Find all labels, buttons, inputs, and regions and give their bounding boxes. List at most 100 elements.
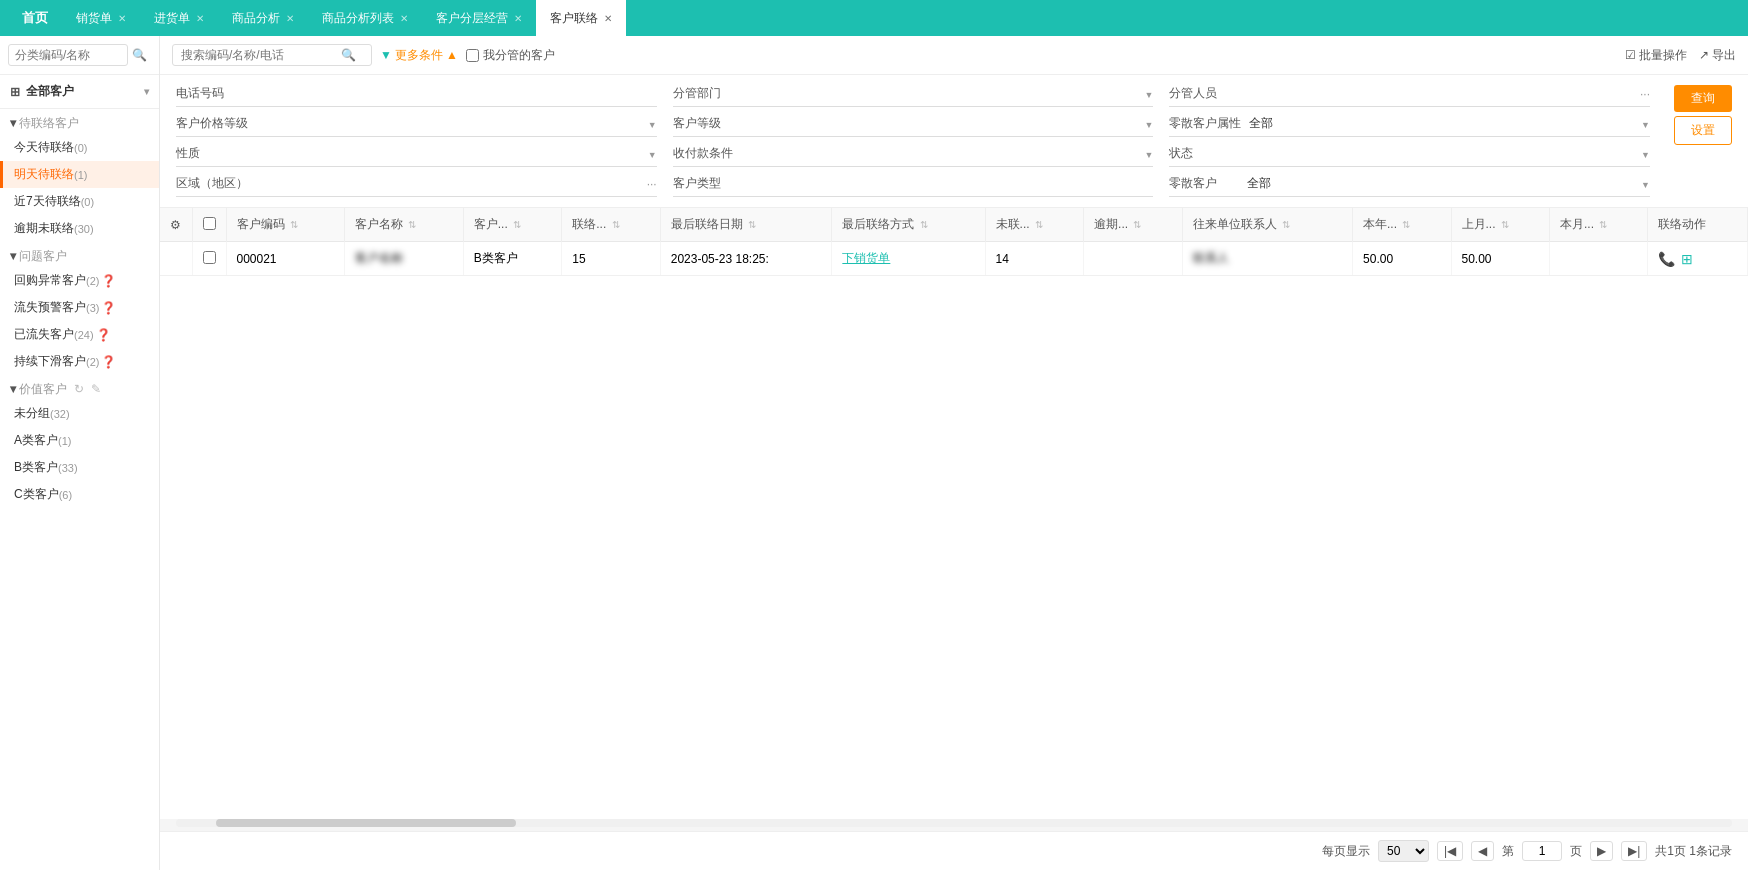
first-page-btn[interactable]: |◀: [1437, 841, 1463, 861]
sidebar-all-customers[interactable]: ⊞ 全部客户: [0, 75, 159, 109]
sidebar-group-pending: ▾ 待联络客户: [0, 109, 159, 134]
field-region[interactable]: 区域（地区） ···: [176, 175, 657, 197]
sidebar-item-class-b[interactable]: B类客户 (33): [0, 454, 159, 481]
filter-mine-area: 我分管的客户: [466, 47, 555, 64]
settings-button[interactable]: 设置: [1674, 116, 1732, 145]
nav-customer-contact[interactable]: 客户联络 ✕: [536, 0, 626, 36]
sidebar-item-declining[interactable]: 持续下滑客户 (2) ❓: [0, 348, 159, 375]
col-header-checkbox: [192, 208, 226, 242]
nature-dropdown-icon[interactable]: [648, 147, 657, 161]
field-price-grade[interactable]: 客户价格等级: [176, 115, 657, 137]
filter-search-box[interactable]: 🔍: [172, 44, 372, 66]
col-header-type[interactable]: 客户... ⇅: [463, 208, 561, 242]
row-overdue: [1084, 242, 1182, 276]
row-type: B类客户: [463, 242, 561, 276]
more-action-icon[interactable]: ⊞: [1681, 251, 1693, 267]
sidebar-item-class-c[interactable]: C类客户 (6): [0, 481, 159, 508]
sort-this-month-icon: ⇅: [1599, 219, 1607, 230]
field-retail-customer[interactable]: 零散客户 全部: [1169, 175, 1650, 197]
manager-more-icon[interactable]: ···: [1640, 87, 1650, 101]
select-all-checkbox[interactable]: [203, 217, 216, 230]
retail-customer-dropdown-icon[interactable]: [1641, 177, 1650, 191]
close-customer-contact-icon[interactable]: ✕: [604, 13, 612, 24]
col-header-uncontact[interactable]: 未联... ⇅: [985, 208, 1083, 242]
filter-icon: ▼: [380, 48, 392, 62]
per-page-select[interactable]: 50 20 100: [1378, 840, 1429, 862]
batch-operation-btn[interactable]: ☑ 批量操作: [1625, 47, 1687, 64]
col-header-last-date[interactable]: 最后联络日期 ⇅: [660, 208, 832, 242]
region-more-icon[interactable]: ···: [647, 177, 657, 191]
filter-search-input[interactable]: [181, 48, 341, 62]
sidebar-item-churned[interactable]: 已流失客户 (24) ❓: [0, 321, 159, 348]
payment-dropdown-icon[interactable]: [1144, 147, 1153, 161]
prev-page-btn[interactable]: ◀: [1471, 841, 1494, 861]
nav-home[interactable]: 首页: [8, 0, 62, 36]
col-header-last-month[interactable]: 上月... ⇅: [1451, 208, 1549, 242]
status-dropdown-icon[interactable]: [1641, 147, 1650, 161]
col-header-actions: 联络动作: [1648, 208, 1748, 242]
page-label: 第: [1502, 843, 1514, 860]
sidebar-item-tomorrow[interactable]: 明天待联络 (1): [0, 161, 159, 188]
query-button[interactable]: 查询: [1674, 85, 1732, 112]
nav-customer-tier[interactable]: 客户分层经营 ✕: [422, 0, 536, 36]
field-payment[interactable]: 收付款条件: [673, 145, 1154, 167]
customer-table: ⚙ 客户编码 ⇅ 客户名称 ⇅ 客户... ⇅: [160, 208, 1748, 276]
col-header-overdue[interactable]: 逾期... ⇅: [1084, 208, 1182, 242]
last-page-btn[interactable]: ▶|: [1621, 841, 1647, 861]
col-header-name[interactable]: 客户名称 ⇅: [345, 208, 464, 242]
sidebar: 🔍 ⊞ 全部客户 ▾ 待联络客户 今天待联络 (0) 明天待联络 (1) 近7天…: [0, 36, 160, 870]
sidebar-search-input[interactable]: [8, 44, 128, 66]
refresh-icon[interactable]: ↻: [74, 382, 84, 396]
help-icon-churn: ❓: [101, 301, 116, 315]
edit-icon[interactable]: ✎: [91, 382, 101, 396]
horizontal-scrollbar-thumb[interactable]: [216, 819, 516, 827]
field-status[interactable]: 状态: [1169, 145, 1650, 167]
col-header-contact-person[interactable]: 往来单位联系人 ⇅: [1182, 208, 1353, 242]
field-nature[interactable]: 性质: [176, 145, 657, 167]
sidebar-item-overdue[interactable]: 逾期未联络 (30): [0, 215, 159, 242]
sidebar-item-unclassified[interactable]: 未分组 (32): [0, 400, 159, 427]
sidebar-item-class-a[interactable]: A类客户 (1): [0, 427, 159, 454]
col-header-contact-count[interactable]: 联络... ⇅: [562, 208, 660, 242]
row-last-type-link[interactable]: 下销货单: [842, 251, 890, 265]
close-customer-tier-icon[interactable]: ✕: [514, 13, 522, 24]
adv-filter-row-4: 区域（地区） ··· 客户类型 零散客户 全部: [176, 175, 1650, 197]
sidebar-item-churn-warning[interactable]: 流失预警客户 (3) ❓: [0, 294, 159, 321]
field-dept[interactable]: 分管部门: [673, 85, 1154, 107]
close-purchase-order-icon[interactable]: ✕: [196, 13, 204, 24]
sidebar-item-repurchase-abnormal[interactable]: 回购异常客户 (2) ❓: [0, 267, 159, 294]
col-header-this-year[interactable]: 本年... ⇅: [1353, 208, 1451, 242]
sidebar-item-today[interactable]: 今天待联络 (0): [0, 134, 159, 161]
horizontal-scrollbar-track[interactable]: [176, 819, 1732, 827]
customer-grade-dropdown-icon[interactable]: [1144, 117, 1153, 131]
col-header-code[interactable]: 客户编码 ⇅: [226, 208, 345, 242]
filter-mine-checkbox[interactable]: [466, 49, 479, 62]
field-manager[interactable]: 分管人员 ···: [1169, 85, 1650, 107]
col-header-settings[interactable]: ⚙: [160, 208, 192, 242]
col-header-this-month[interactable]: 本月... ⇅: [1550, 208, 1648, 242]
close-product-analysis-icon[interactable]: ✕: [286, 13, 294, 24]
nav-purchase-order[interactable]: 进货单 ✕: [140, 0, 218, 36]
close-product-analysis-list-icon[interactable]: ✕: [400, 13, 408, 24]
row-select-checkbox[interactable]: [203, 251, 216, 264]
dept-dropdown-icon[interactable]: [1144, 87, 1153, 101]
next-page-btn[interactable]: ▶: [1590, 841, 1613, 861]
sort-overdue-icon: ⇅: [1133, 219, 1141, 230]
col-header-last-type[interactable]: 最后联络方式 ⇅: [832, 208, 985, 242]
field-retail-attr[interactable]: 零散客户属性 全部: [1169, 115, 1650, 137]
sidebar-search-icon[interactable]: 🔍: [132, 48, 147, 62]
close-sales-order-icon[interactable]: ✕: [118, 13, 126, 24]
export-btn[interactable]: ↗ 导出: [1699, 47, 1736, 64]
field-customer-grade[interactable]: 客户等级: [673, 115, 1154, 137]
contact-action-icon[interactable]: 📞: [1658, 251, 1675, 267]
page-number-input[interactable]: [1522, 841, 1562, 861]
sidebar-item-7days[interactable]: 近7天待联络 (0): [0, 188, 159, 215]
price-grade-dropdown-icon[interactable]: [648, 117, 657, 131]
filter-more-btn[interactable]: ▼ 更多条件 ▲: [380, 47, 458, 64]
nav-sales-order[interactable]: 销货单 ✕: [62, 0, 140, 36]
filter-search-icon[interactable]: 🔍: [341, 48, 356, 62]
nav-product-analysis[interactable]: 商品分析 ✕: [218, 0, 308, 36]
nav-product-analysis-list[interactable]: 商品分析列表 ✕: [308, 0, 422, 36]
retail-attr-dropdown-icon[interactable]: [1641, 117, 1650, 131]
collapse-icon[interactable]: [144, 86, 149, 97]
